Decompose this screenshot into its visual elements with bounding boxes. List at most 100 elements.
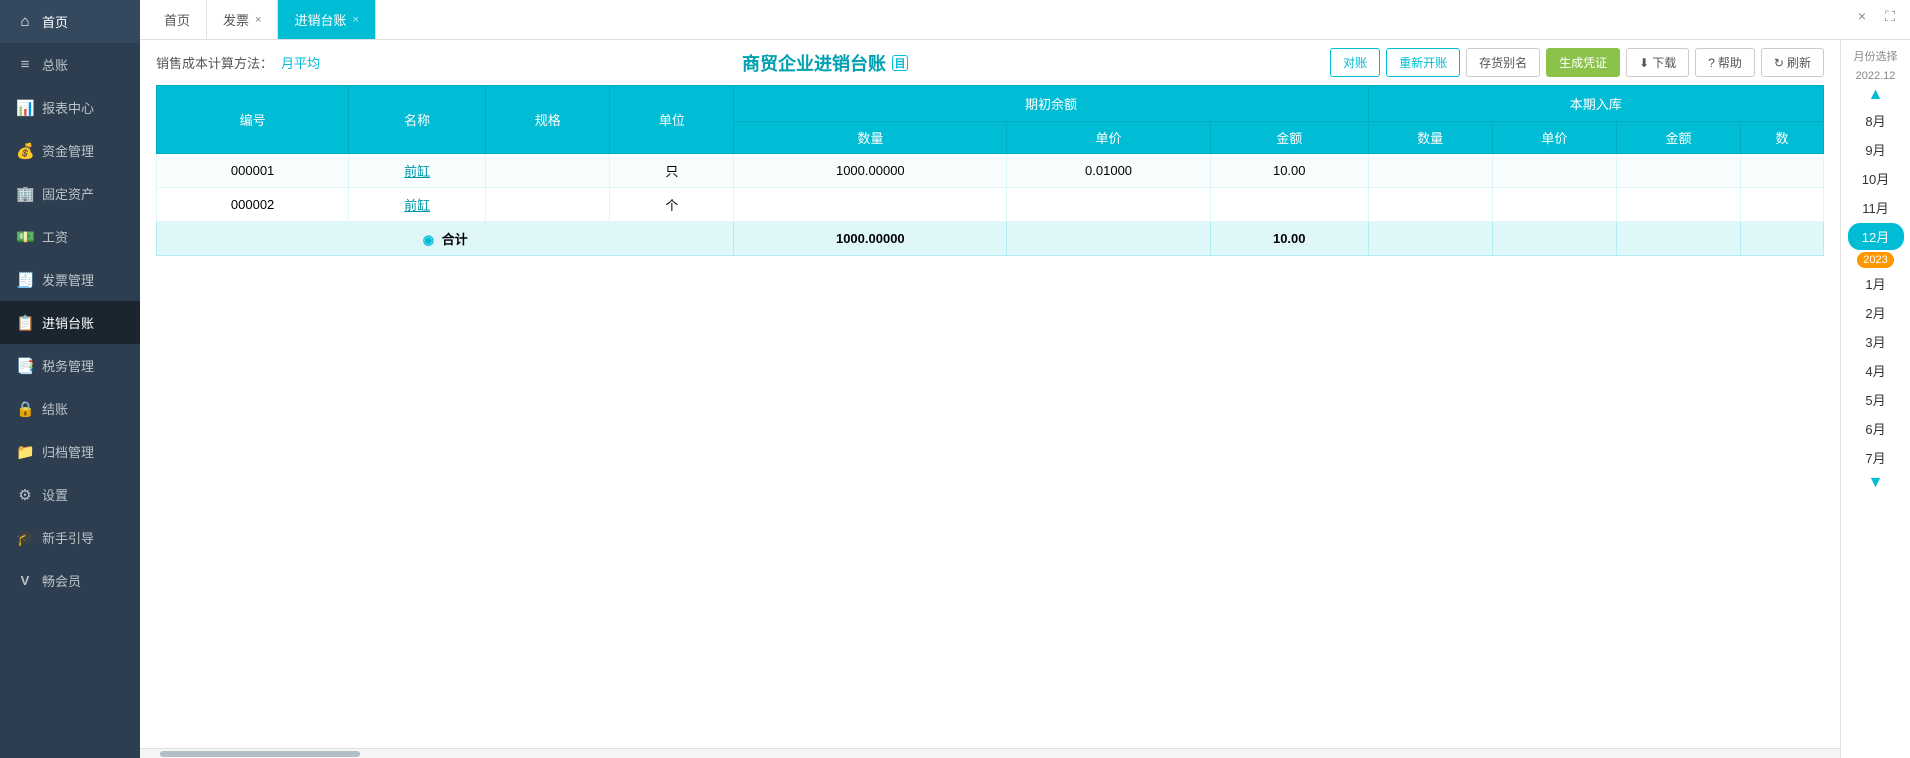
row2-in-amount xyxy=(1616,188,1740,222)
sidebar-item-label: 结账 xyxy=(42,399,68,418)
month-item-6[interactable]: 6月 xyxy=(1848,415,1904,442)
generate-button[interactable]: 生成凭证 xyxy=(1546,48,1620,77)
match-button[interactable]: 对账 xyxy=(1330,48,1380,77)
sidebar-item-funds[interactable]: 💰 资金管理 xyxy=(0,129,140,172)
content-area: 销售成本计算方法： 月平均 商贸企业进销台账 目 对账 重新开账 存货别名 生成… xyxy=(140,40,1840,758)
home-icon: ⌂ xyxy=(16,13,34,30)
page-title: 商贸企业进销台账 xyxy=(742,50,886,76)
col-in-qty-header: 数量 xyxy=(1368,122,1492,154)
assets-icon: 🏢 xyxy=(16,185,34,203)
tab-invoice-close[interactable]: × xyxy=(255,14,261,26)
row1-init-amount: 10.00 xyxy=(1210,154,1368,188)
cost-method-info: 销售成本计算方法： 月平均 xyxy=(156,53,320,72)
sidebar-item-label: 总账 xyxy=(42,55,68,74)
scroll-up-button[interactable]: ▲ xyxy=(1848,84,1904,106)
year-2022-label: 2022.12 xyxy=(1856,68,1896,84)
sidebar-item-home[interactable]: ⌂ 首页 xyxy=(0,0,140,43)
row1-id: 000001 xyxy=(157,154,349,188)
sidebar-item-label: 发票管理 xyxy=(42,270,94,289)
total-init-price xyxy=(1007,222,1211,256)
month-item-1[interactable]: 1月 xyxy=(1848,270,1904,297)
ledger-icon: ≡ xyxy=(16,56,34,73)
cost-method-value: 月平均 xyxy=(281,53,320,72)
sidebar-item-vip[interactable]: V 畅会员 xyxy=(0,559,140,602)
row2-spec xyxy=(486,188,610,222)
table-row: 000002 前缸 个 xyxy=(157,188,1824,222)
archive-icon: 📁 xyxy=(16,443,34,461)
reopen-button[interactable]: 重新开账 xyxy=(1386,48,1460,77)
window-controls: × ⛶ xyxy=(1852,6,1900,26)
scroll-down-button[interactable]: ▼ xyxy=(1848,472,1904,494)
tab-invoice[interactable]: 发票 × xyxy=(207,0,278,39)
month-item-11[interactable]: 11月 xyxy=(1848,194,1904,221)
sidebar-item-trading[interactable]: 📋 进销台账 xyxy=(0,301,140,344)
sidebar-item-label: 报表中心 xyxy=(42,98,94,117)
sidebar-item-label: 工资 xyxy=(42,227,68,246)
row1-init-qty: 1000.00000 xyxy=(734,154,1007,188)
table-container: 编号 名称 规格 单位 期初余额 本期入库 数量 单价 金额 数量 xyxy=(140,85,1840,748)
month-item-10[interactable]: 10月 xyxy=(1848,165,1904,192)
month-item-4[interactable]: 4月 xyxy=(1848,357,1904,384)
settings-icon: ⚙ xyxy=(16,486,34,504)
tab-invoice-label: 发票 xyxy=(223,10,249,29)
row1-in-qty xyxy=(1368,154,1492,188)
tab-trading[interactable]: 进销台账 × xyxy=(278,0,375,39)
cost-method-label: 销售成本计算方法： xyxy=(156,53,273,72)
row1-spec xyxy=(486,154,610,188)
sidebar-item-ledger[interactable]: ≡ 总账 xyxy=(0,43,140,86)
info-icon[interactable]: 目 xyxy=(892,55,908,71)
scroll-bar[interactable] xyxy=(140,748,1840,758)
refresh-icon: ↻ xyxy=(1774,56,1784,70)
row2-init-price xyxy=(1007,188,1211,222)
row1-in-price xyxy=(1492,154,1616,188)
download-icon: ⬇ xyxy=(1639,56,1649,70)
table-row: 000001 前缸 只 1000.00000 0.01000 10.00 xyxy=(157,154,1824,188)
month-item-8[interactable]: 8月 xyxy=(1848,107,1904,134)
window-maximize-button[interactable]: ⛶ xyxy=(1880,6,1900,26)
total-init-qty: 1000.00000 xyxy=(734,222,1007,256)
row2-name: 前缸 xyxy=(349,188,486,222)
col-opening-balance-header: 期初余额 xyxy=(734,86,1368,122)
col-name-header: 名称 xyxy=(349,86,486,154)
sidebar-item-guide[interactable]: 🎓 新手引导 xyxy=(0,516,140,559)
total-label: 合计 xyxy=(442,232,468,247)
row2-in-qty xyxy=(1368,188,1492,222)
sidebar-item-label: 资金管理 xyxy=(42,141,94,160)
sidebar-item-reports[interactable]: 📊 报表中心 xyxy=(0,86,140,129)
save-alias-button[interactable]: 存货别名 xyxy=(1466,48,1540,77)
sidebar-item-settings[interactable]: ⚙ 设置 xyxy=(0,473,140,516)
tab-trading-close[interactable]: × xyxy=(352,14,358,26)
download-button[interactable]: ⬇ 下载 xyxy=(1626,48,1689,77)
window-close-button[interactable]: × xyxy=(1852,6,1872,26)
refresh-button[interactable]: ↻ 刷新 xyxy=(1761,48,1824,77)
sidebar-item-salary[interactable]: 💵 工资 xyxy=(0,215,140,258)
row1-in-extra xyxy=(1741,154,1824,188)
salary-icon: 💵 xyxy=(16,228,34,246)
total-icon: ◉ xyxy=(423,232,434,247)
sidebar: ⌂ 首页 ≡ 总账 📊 报表中心 💰 资金管理 🏢 固定资产 💵 工资 🧾 发票… xyxy=(0,0,140,758)
tab-home[interactable]: 首页 xyxy=(148,0,207,39)
col-in-amount-header: 金额 xyxy=(1616,122,1740,154)
help-button[interactable]: ? 帮助 xyxy=(1695,48,1755,77)
tab-trading-label: 进销台账 xyxy=(294,10,346,29)
trading-icon: 📋 xyxy=(16,314,34,332)
month-item-12[interactable]: 12月 xyxy=(1848,223,1904,250)
main-body: 销售成本计算方法： 月平均 商贸企业进销台账 目 对账 重新开账 存货别名 生成… xyxy=(140,40,1910,758)
row2-in-extra xyxy=(1741,188,1824,222)
month-item-5[interactable]: 5月 xyxy=(1848,386,1904,413)
sidebar-item-archive[interactable]: 📁 归档管理 xyxy=(0,430,140,473)
month-item-3[interactable]: 3月 xyxy=(1848,328,1904,355)
sidebar-item-label: 首页 xyxy=(42,12,68,31)
sidebar-item-label: 畅会员 xyxy=(42,571,81,590)
row2-unit: 个 xyxy=(610,188,734,222)
col-in-price-header: 单价 xyxy=(1492,122,1616,154)
sidebar-item-invoice[interactable]: 🧾 发票管理 xyxy=(0,258,140,301)
sidebar-item-assets[interactable]: 🏢 固定资产 xyxy=(0,172,140,215)
col-init-price-header: 单价 xyxy=(1007,122,1211,154)
month-item-7[interactable]: 7月 xyxy=(1848,444,1904,471)
sidebar-item-tax[interactable]: 📑 税务管理 xyxy=(0,344,140,387)
tax-icon: 📑 xyxy=(16,357,34,375)
month-item-9[interactable]: 9月 xyxy=(1848,136,1904,163)
sidebar-item-close[interactable]: 🔒 结账 xyxy=(0,387,140,430)
month-item-2[interactable]: 2月 xyxy=(1848,299,1904,326)
